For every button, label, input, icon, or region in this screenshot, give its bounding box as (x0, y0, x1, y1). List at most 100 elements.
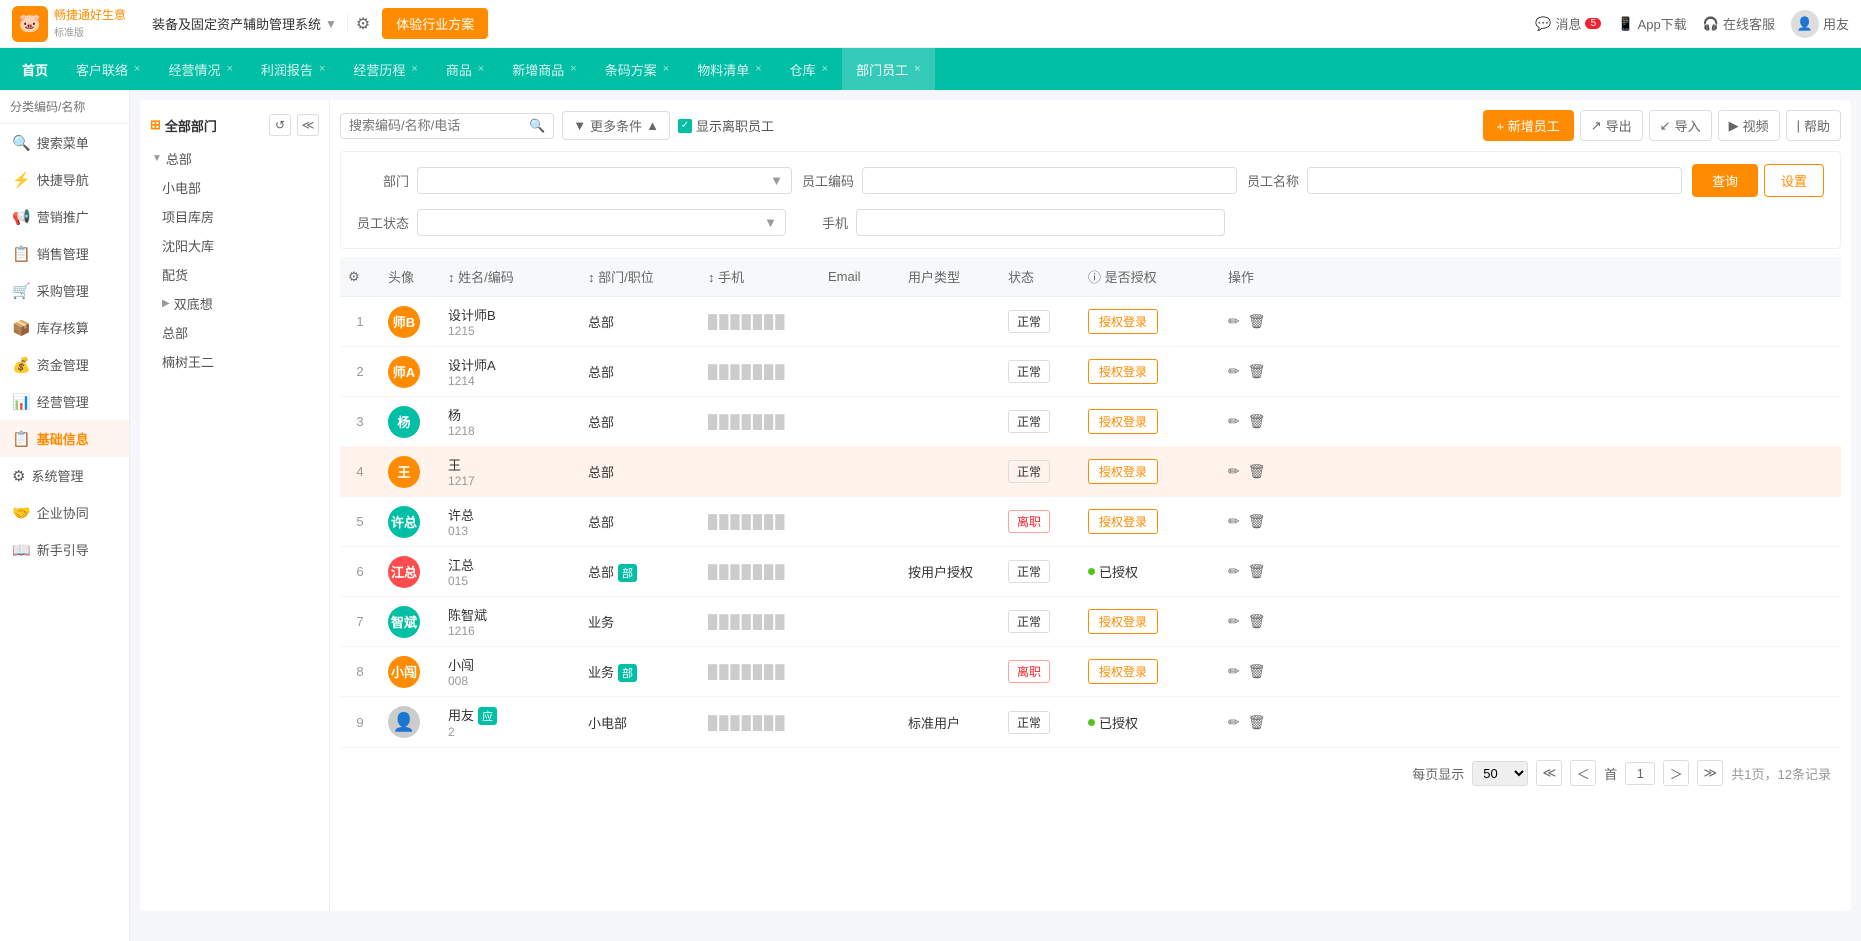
import-button[interactable]: ↙ 导入 (1649, 110, 1712, 141)
phone-input[interactable] (856, 209, 1225, 236)
delete-icon[interactable]: 🗑 (1248, 513, 1266, 530)
dept-node-small-electric[interactable]: 小电部 (146, 173, 323, 202)
tab-goods[interactable]: 商品 × (432, 48, 498, 90)
page-size-select[interactable]: 50 100 (1472, 761, 1528, 786)
edit-icon[interactable]: ✏ (1228, 463, 1240, 480)
close-icon[interactable]: × (755, 63, 761, 75)
authorize-button[interactable]: 授权登录 (1088, 409, 1158, 434)
current-page[interactable]: 1 (1625, 762, 1655, 785)
close-icon[interactable]: × (319, 63, 325, 75)
delete-icon[interactable]: 🗑 (1248, 714, 1266, 731)
close-icon[interactable]: × (663, 63, 669, 75)
dept-node-shenyang[interactable]: 沈阳大库 (146, 231, 323, 260)
delete-icon[interactable]: 🗑 (1248, 613, 1266, 630)
dept-node-distribution[interactable]: 配货 (146, 260, 323, 289)
close-icon[interactable]: × (478, 63, 484, 75)
tab-new-goods[interactable]: 新增商品 × (498, 48, 590, 90)
export-button[interactable]: ↗ 导出 (1580, 110, 1643, 141)
edit-icon[interactable]: ✏ (1228, 313, 1240, 330)
authorize-button[interactable]: 授权登录 (1088, 609, 1158, 634)
close-icon[interactable]: × (570, 63, 576, 75)
edit-icon[interactable]: ✏ (1228, 663, 1240, 680)
emp-status-select[interactable]: ▼ (417, 209, 786, 236)
tab-bom[interactable]: 物料清单 × (683, 48, 775, 90)
edit-icon[interactable]: ✏ (1228, 613, 1240, 630)
sidebar-item-enterprise[interactable]: 🤝 企业协同 (0, 494, 129, 531)
sidebar-item-inventory[interactable]: 📦 库存核算 (0, 309, 129, 346)
trial-button[interactable]: 体验行业方案 (382, 8, 488, 39)
tab-employees[interactable]: 部门员工 × (842, 48, 934, 90)
tab-customer[interactable]: 客户联络 × (62, 48, 154, 90)
more-filter-button[interactable]: ▼ 更多条件 ▲ (562, 111, 670, 140)
edit-icon[interactable]: ✏ (1228, 413, 1240, 430)
sidebar-item-operations[interactable]: 📊 经营管理 (0, 383, 129, 420)
sidebar-item-guide[interactable]: 📖 新手引导 (0, 531, 129, 568)
authorize-button[interactable]: 授权登录 (1088, 459, 1158, 484)
tab-profit[interactable]: 利润报告 × (247, 48, 339, 90)
sidebar-item-purchase[interactable]: 🛒 采购管理 (0, 272, 129, 309)
query-button[interactable]: 查询 (1692, 164, 1758, 197)
user-avatar[interactable]: 👤 用友 (1791, 10, 1849, 38)
dept-node-double-bottom[interactable]: ▶ 双底想 (146, 289, 323, 318)
col-dept[interactable]: ↕ 部门/职位 (580, 257, 700, 297)
first-page-button[interactable]: ≪ (1536, 760, 1562, 786)
edit-icon[interactable]: ✏ (1228, 563, 1240, 580)
edit-icon[interactable]: ✏ (1228, 714, 1240, 731)
close-icon[interactable]: × (411, 63, 417, 75)
delete-icon[interactable]: 🗑 (1248, 363, 1266, 380)
dept-node-headquarters-root[interactable]: ▼ 总部 (146, 144, 323, 173)
delete-icon[interactable]: 🗑 (1248, 663, 1266, 680)
sidebar-search-input[interactable] (10, 100, 130, 114)
col-name[interactable]: ↕ 姓名/编码 (440, 257, 580, 297)
sidebar-item-marketing[interactable]: 📢 营销推广 (0, 198, 129, 235)
emp-name-input[interactable] (1307, 167, 1682, 194)
tab-operations[interactable]: 经营情况 × (154, 48, 246, 90)
add-employee-button[interactable]: + 新增员工 (1483, 110, 1574, 141)
delete-icon[interactable]: 🗑 (1248, 413, 1266, 430)
dept-node-project-warehouse[interactable]: 项目库房 (146, 202, 323, 231)
employee-search-input[interactable] (349, 118, 529, 133)
dept-node-headquarters[interactable]: 总部 (146, 318, 323, 347)
col-settings[interactable]: ⚙ (340, 257, 380, 297)
sidebar-item-basic-info[interactable]: 📋 基础信息 (0, 420, 129, 457)
sidebar-item-finance[interactable]: 💰 资金管理 (0, 346, 129, 383)
authorize-button[interactable]: 授权登录 (1088, 659, 1158, 684)
edit-icon[interactable]: ✏ (1228, 363, 1240, 380)
emp-code-input[interactable] (862, 167, 1237, 194)
dept-collapse-button[interactable]: ≪ (297, 114, 319, 136)
col-phone[interactable]: ↕ 手机 (700, 257, 820, 297)
tab-warehouse[interactable]: 仓库 × (776, 48, 842, 90)
tab-barcode[interactable]: 条码方案 × (591, 48, 683, 90)
sidebar-item-system[interactable]: ⚙ 系统管理 (0, 457, 129, 494)
dept-filter-select[interactable]: ▼ (417, 167, 792, 194)
close-icon[interactable]: × (822, 63, 828, 75)
dept-node-nanshuwang[interactable]: 楠树王二 (146, 347, 323, 376)
edit-icon[interactable]: ✏ (1228, 513, 1240, 530)
last-page-button[interactable]: ≫ (1697, 760, 1723, 786)
delete-icon[interactable]: 🗑 (1248, 463, 1266, 480)
authorize-button[interactable]: 授权登录 (1088, 309, 1158, 334)
authorize-button[interactable]: 授权登录 (1088, 359, 1158, 384)
tab-home[interactable]: 首页 (8, 48, 62, 90)
dept-all-label[interactable]: ⊞ 全部部门 (150, 116, 263, 135)
dept-refresh-button[interactable]: ↺ (269, 114, 291, 136)
sidebar-item-quick-nav[interactable]: ⚡ 快捷导航 (0, 161, 129, 198)
sidebar-item-sales[interactable]: 📋 销售管理 (0, 235, 129, 272)
settings-button[interactable]: 设置 (1764, 164, 1824, 197)
help-button[interactable]: | 帮助 (1786, 110, 1841, 141)
show-resigned-toggle[interactable]: ✓ 显示离职员工 (678, 116, 774, 135)
close-icon[interactable]: × (134, 63, 140, 75)
message-button[interactable]: 💬 消息 5 (1535, 14, 1601, 33)
prev-page-button[interactable]: ＜ (1570, 760, 1596, 786)
app-download-button[interactable]: 📱 App下载 (1617, 14, 1686, 33)
close-icon[interactable]: × (226, 63, 232, 75)
next-page-button[interactable]: ＞ (1663, 760, 1689, 786)
gear-button[interactable]: ⚙ (356, 14, 370, 34)
sidebar-item-search[interactable]: 🔍 搜索菜单 (0, 124, 129, 161)
delete-icon[interactable]: 🗑 (1248, 563, 1266, 580)
tab-history[interactable]: 经营历程 × (339, 48, 431, 90)
view-button[interactable]: ▶ 视频 (1718, 110, 1780, 141)
online-service-button[interactable]: 🎧 在线客服 (1703, 14, 1775, 33)
close-icon[interactable]: × (914, 63, 920, 75)
delete-icon[interactable]: 🗑 (1248, 313, 1266, 330)
